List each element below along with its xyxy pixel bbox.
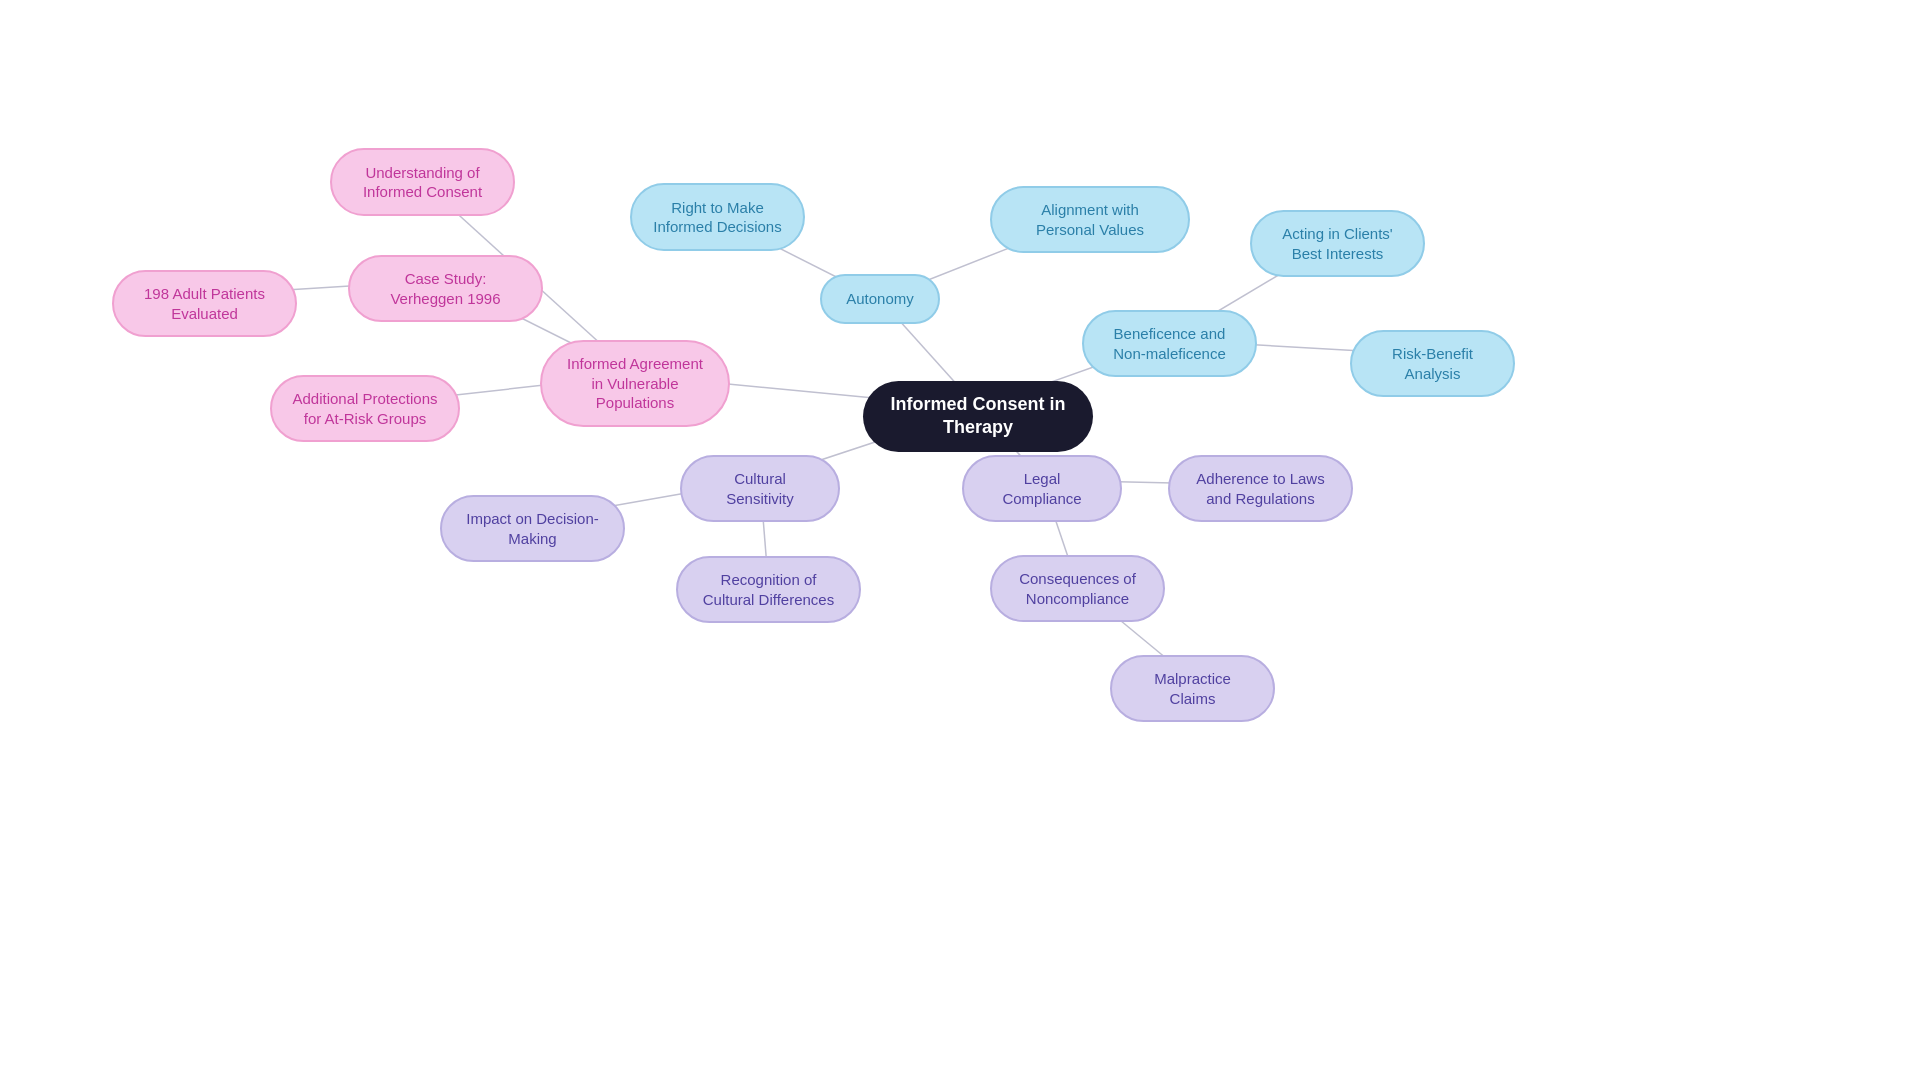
node-adherence_laws[interactable]: Adherence to Laws and Regulations: [1168, 455, 1353, 522]
node-informed_agreement[interactable]: Informed Agreement in Vulnerable Populat…: [540, 340, 730, 427]
node-consequences[interactable]: Consequences of Noncompliance: [990, 555, 1165, 622]
connection-lines: [0, 0, 1920, 1083]
node-understanding[interactable]: Understanding of Informed Consent: [330, 148, 515, 216]
node-autonomy[interactable]: Autonomy: [820, 274, 940, 324]
node-additional_protections[interactable]: Additional Protections for At-Risk Group…: [270, 375, 460, 442]
node-impact_decision[interactable]: Impact on Decision-Making: [440, 495, 625, 562]
node-right_informed[interactable]: Right to Make Informed Decisions: [630, 183, 805, 251]
node-case_study[interactable]: Case Study: Verheggen 1996: [348, 255, 543, 322]
node-legal_compliance[interactable]: Legal Compliance: [962, 455, 1122, 522]
node-beneficence[interactable]: Beneficence and Non-maleficence: [1082, 310, 1257, 377]
node-adult_patients[interactable]: 198 Adult Patients Evaluated: [112, 270, 297, 337]
mindmap-canvas: Informed Consent in Therapy Autonomy Right…: [0, 0, 1920, 1083]
node-center[interactable]: Informed Consent in Therapy: [863, 381, 1093, 452]
node-risk_benefit[interactable]: Risk-Benefit Analysis: [1350, 330, 1515, 397]
node-alignment[interactable]: Alignment with Personal Values: [990, 186, 1190, 253]
node-acting_best[interactable]: Acting in Clients' Best Interests: [1250, 210, 1425, 277]
node-cultural_sensitivity[interactable]: Cultural Sensitivity: [680, 455, 840, 522]
node-recognition_cultural[interactable]: Recognition of Cultural Differences: [676, 556, 861, 623]
node-malpractice[interactable]: Malpractice Claims: [1110, 655, 1275, 722]
